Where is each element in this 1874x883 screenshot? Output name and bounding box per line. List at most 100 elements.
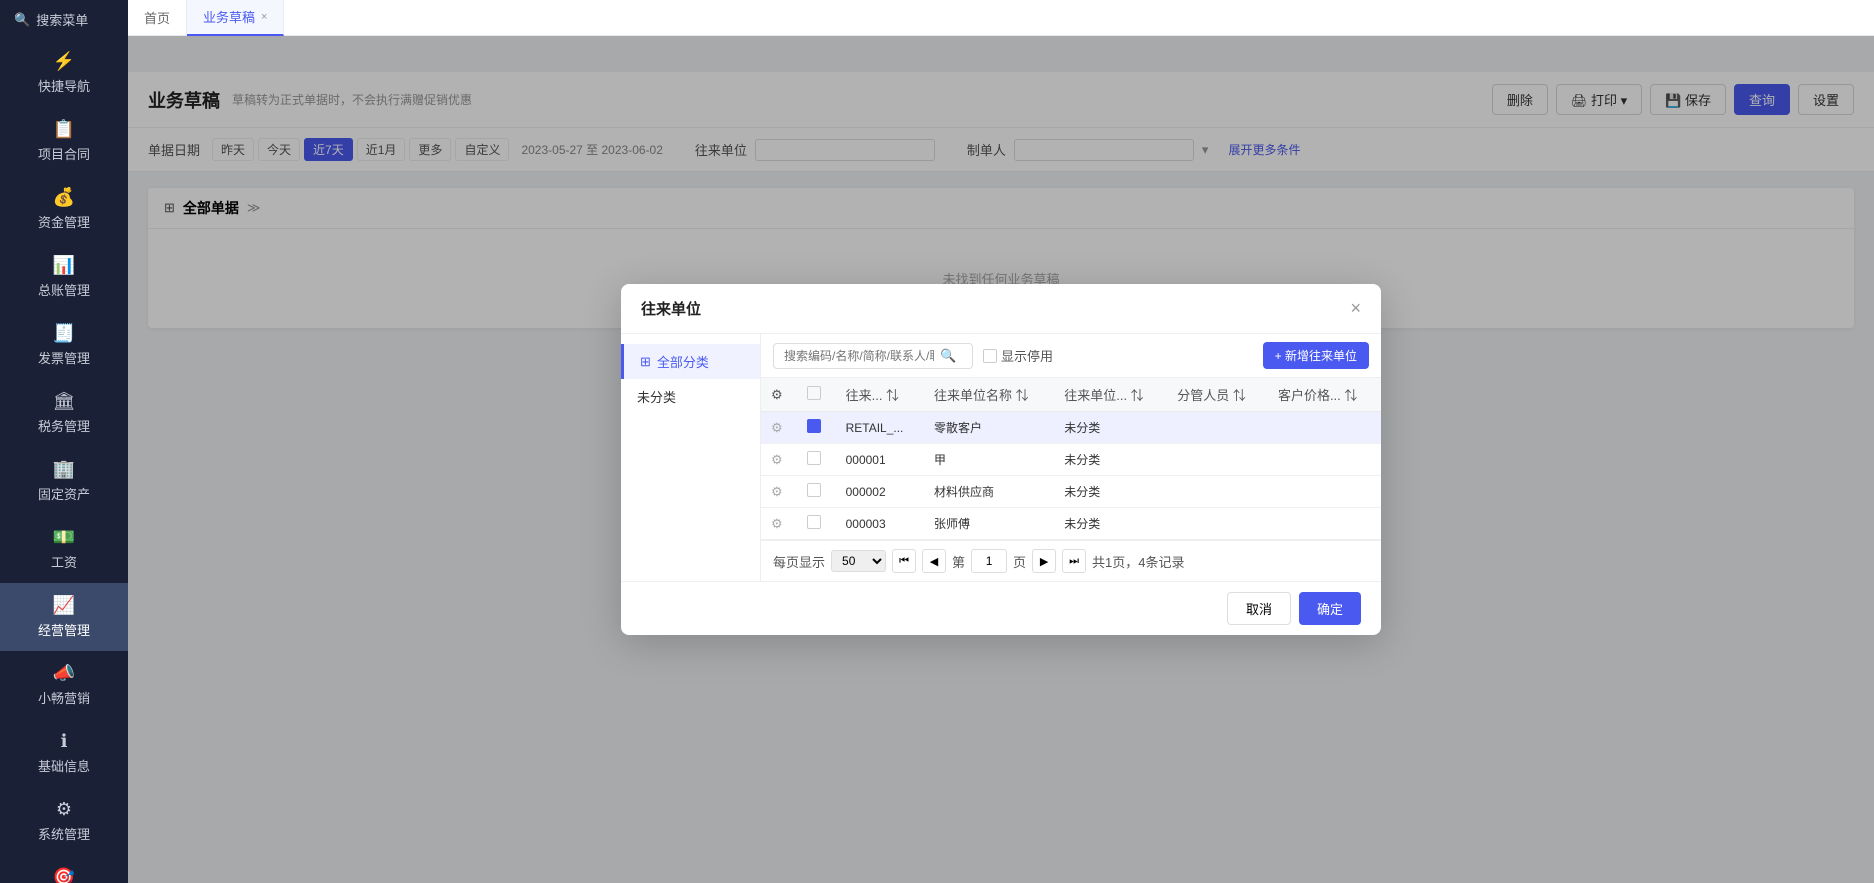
- sidebar-item-label: 项目合同: [38, 144, 90, 163]
- col-checkbox: [797, 378, 836, 412]
- sidebar-item-marketing[interactable]: 📣 小畅营销: [0, 651, 128, 719]
- sidebar-item-fixed-assets[interactable]: 🏢 固定资产: [0, 447, 128, 515]
- sidebar-search-label: 搜索菜单: [36, 10, 88, 29]
- row-name: 零散客户: [924, 412, 1054, 444]
- fixed-assets-icon: 🏢: [53, 459, 75, 480]
- row-checkbox[interactable]: [797, 444, 836, 476]
- sort-price[interactable]: 客户价格... ⇅: [1278, 385, 1371, 404]
- sort-category[interactable]: 往来单位... ⇅: [1064, 385, 1157, 404]
- row-name: 甲: [924, 444, 1054, 476]
- dialog-right-panel: 🔍 显示停用 + 新增往来单位 ⚙: [761, 334, 1381, 581]
- salary-icon: 💵: [53, 527, 75, 548]
- sidebar-item-accounting[interactable]: 📊 总账管理: [0, 243, 128, 311]
- prev-page-button[interactable]: ◀: [922, 549, 946, 573]
- sidebar-item-label: 快捷导航: [38, 76, 90, 95]
- partner-table: ⚙ 往来... ⇅ 往来单位名称 ⇅ 往来单位... ⇅ 分管人员 ⇅ 客户价格…: [761, 378, 1381, 540]
- partner-search-input[interactable]: [784, 349, 934, 363]
- page-unit: 页: [1013, 552, 1026, 571]
- sidebar-item-label: 发票管理: [38, 348, 90, 367]
- row-manager: [1167, 508, 1268, 540]
- sidebar-item-label: 总账管理: [38, 280, 90, 299]
- col-price: 客户价格... ⇅: [1268, 378, 1381, 412]
- settings-icon[interactable]: ⚙: [771, 387, 783, 402]
- col-manager: 分管人员 ⇅: [1167, 378, 1268, 412]
- row-name: 材料供应商: [924, 476, 1054, 508]
- unclassified-item[interactable]: 未分类: [621, 379, 760, 414]
- sort-name[interactable]: 往来单位名称 ⇅: [934, 385, 1044, 404]
- sidebar-item-tax[interactable]: 🏛 税务管理: [0, 379, 128, 447]
- col-name: 往来单位名称 ⇅: [924, 378, 1054, 412]
- per-page-select[interactable]: 50 100: [831, 550, 886, 572]
- total-records: 共1页，4条记录: [1092, 552, 1184, 571]
- partner-search-box[interactable]: 🔍: [773, 343, 973, 369]
- row-settings[interactable]: ⚙: [761, 476, 797, 508]
- unclassified-label: 未分类: [637, 390, 676, 405]
- sidebar-item-guide[interactable]: 🎯 新手引导: [0, 855, 128, 883]
- search-icon: 🔍: [940, 348, 956, 364]
- row-settings[interactable]: ⚙: [761, 444, 797, 476]
- row-code: 000001: [836, 444, 924, 476]
- show-disabled-label: 显示停用: [983, 346, 1053, 365]
- row-code: 000002: [836, 476, 924, 508]
- first-page-button[interactable]: ⏮: [892, 549, 916, 573]
- sidebar-item-label: 固定资产: [38, 484, 90, 503]
- sort-code[interactable]: 往来... ⇅: [846, 385, 914, 404]
- invoice-icon: 🧾: [53, 323, 75, 344]
- category-all-item[interactable]: ⊞ 全部分类: [621, 344, 760, 379]
- dialog-left-panel: ⊞ 全部分类 未分类: [621, 334, 761, 581]
- last-page-button[interactable]: ⏭: [1062, 549, 1086, 573]
- row-price: [1268, 476, 1381, 508]
- table-row[interactable]: ⚙ 000003 张师傅 未分类: [761, 508, 1381, 540]
- sidebar-item-invoice[interactable]: 🧾 发票管理: [0, 311, 128, 379]
- sidebar-item-label: 资金管理: [38, 212, 90, 231]
- show-disabled-text: 显示停用: [1001, 346, 1053, 365]
- sidebar-item-salary[interactable]: 💵 工资: [0, 515, 128, 583]
- system-icon: ⚙: [56, 799, 72, 820]
- per-page-label: 每页显示: [773, 552, 825, 571]
- sidebar-item-quick-nav[interactable]: ⚡ 快捷导航: [0, 39, 128, 107]
- row-checkbox[interactable]: [797, 476, 836, 508]
- col-category: 往来单位... ⇅: [1054, 378, 1167, 412]
- sort-manager[interactable]: 分管人员 ⇅: [1177, 385, 1258, 404]
- dialog-pagination: 每页显示 50 100 ⏮ ◀ 第 页 ▶ ⏭ 共1页，4条记录: [761, 540, 1381, 581]
- select-all-checkbox[interactable]: [807, 386, 821, 400]
- dialog-header: 往来单位 ×: [621, 284, 1381, 334]
- cancel-button[interactable]: 取消: [1227, 592, 1291, 625]
- dialog-footer: 取消 确定: [621, 581, 1381, 635]
- show-disabled-checkbox[interactable]: [983, 349, 997, 363]
- row-manager: [1167, 476, 1268, 508]
- accounting-icon: 📊: [53, 255, 75, 276]
- row-settings[interactable]: ⚙: [761, 508, 797, 540]
- row-settings[interactable]: ⚙: [761, 412, 797, 444]
- row-category: 未分类: [1054, 476, 1167, 508]
- add-partner-button[interactable]: + 新增往来单位: [1263, 342, 1369, 369]
- search-icon: 🔍: [14, 12, 30, 28]
- table-row[interactable]: ⚙ RETAIL_... 零散客户 未分类: [761, 412, 1381, 444]
- sidebar-item-basic-info[interactable]: ℹ 基础信息: [0, 719, 128, 787]
- confirm-button[interactable]: 确定: [1299, 592, 1361, 625]
- row-manager: [1167, 444, 1268, 476]
- row-checkbox[interactable]: [797, 508, 836, 540]
- dialog-close-button[interactable]: ×: [1350, 298, 1361, 319]
- table-row[interactable]: ⚙ 000002 材料供应商 未分类: [761, 476, 1381, 508]
- row-code: RETAIL_...: [836, 412, 924, 444]
- sidebar-item-label: 税务管理: [38, 416, 90, 435]
- sidebar-item-project-contract[interactable]: 📋 项目合同: [0, 107, 128, 175]
- col-settings: ⚙: [761, 378, 797, 412]
- sidebar-item-fund-management[interactable]: 💰 资金管理: [0, 175, 128, 243]
- sidebar-item-operations[interactable]: 📈 经营管理: [0, 583, 128, 651]
- partner-dialog: 往来单位 × ⊞ 全部分类 未分类 🔍: [621, 284, 1381, 635]
- category-grid-icon: ⊞: [640, 354, 651, 370]
- row-code: 000003: [836, 508, 924, 540]
- row-category: 未分类: [1054, 412, 1167, 444]
- category-all-label: 全部分类: [657, 352, 709, 371]
- overlay: 往来单位 × ⊞ 全部分类 未分类 🔍: [128, 36, 1874, 883]
- current-page-input[interactable]: [971, 549, 1007, 573]
- table-row[interactable]: ⚙ 000001 甲 未分类: [761, 444, 1381, 476]
- fund-icon: 💰: [53, 187, 75, 208]
- sidebar-search-button[interactable]: 🔍 搜索菜单: [0, 0, 128, 39]
- next-page-button[interactable]: ▶: [1032, 549, 1056, 573]
- row-manager: [1167, 412, 1268, 444]
- sidebar-item-system[interactable]: ⚙ 系统管理: [0, 787, 128, 855]
- row-checkbox[interactable]: [797, 412, 836, 444]
